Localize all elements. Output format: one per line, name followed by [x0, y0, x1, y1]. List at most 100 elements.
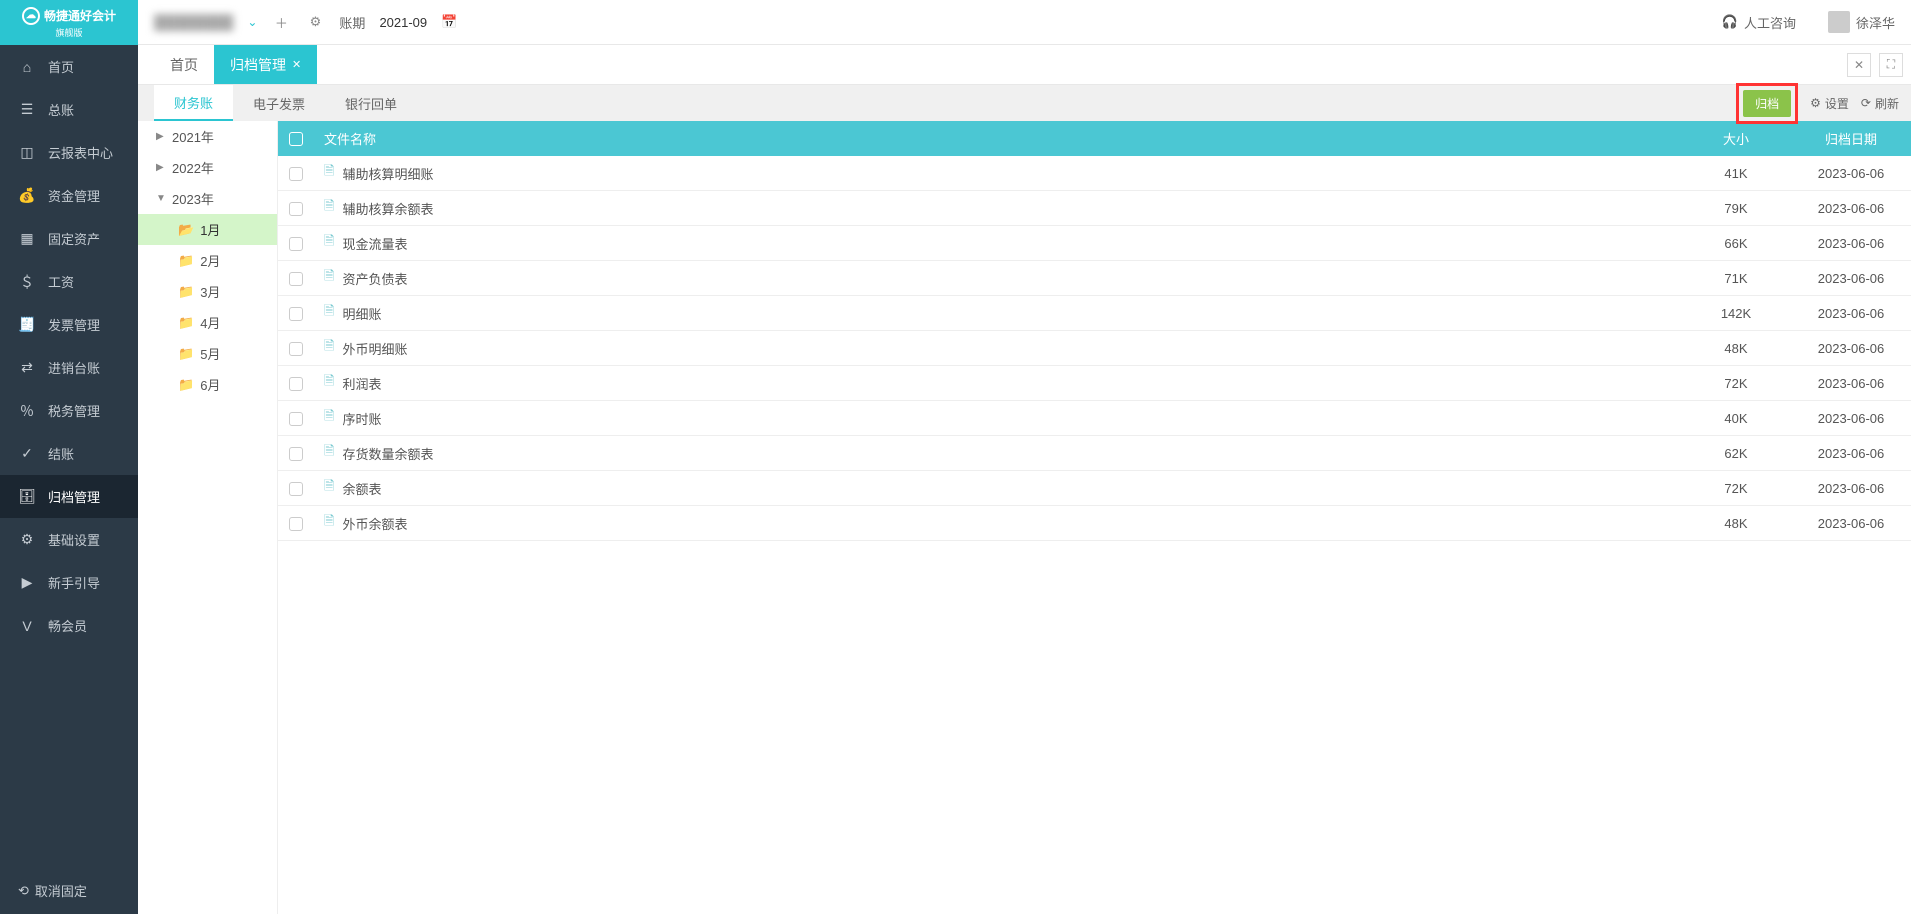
row-checkbox[interactable] — [289, 517, 303, 531]
nav-label: 首页 — [48, 57, 74, 76]
table-row[interactable]: 🗎存货数量余额表 62K 2023-06-06 — [278, 436, 1911, 471]
tree-year[interactable]: ▼2023年 — [138, 183, 277, 214]
nav-item-funds[interactable]: 💰资金管理 — [0, 174, 138, 217]
arrow-left-icon: ⟲ — [18, 883, 29, 899]
support-label: 人工咨询 — [1744, 13, 1796, 32]
arrow-right-icon: ▶ — [156, 162, 166, 173]
tree-month[interactable]: 📁4月 — [138, 307, 277, 338]
close-all-tabs-button[interactable]: ✕ — [1847, 53, 1871, 77]
tree-month[interactable]: 📁3月 — [138, 276, 277, 307]
table-row[interactable]: 🗎利润表 72K 2023-06-06 — [278, 366, 1911, 401]
row-checkbox[interactable] — [289, 412, 303, 426]
company-settings-button[interactable]: ⚙ — [305, 12, 325, 32]
table-row[interactable]: 🗎明细账 142K 2023-06-06 — [278, 296, 1911, 331]
table-row[interactable]: 🗎现金流量表 66K 2023-06-06 — [278, 226, 1911, 261]
tabs-row: 首页归档管理✕ ✕ ⛶ — [138, 45, 1911, 85]
nav-label: 固定资产 — [48, 229, 100, 248]
sub-tab[interactable]: 电子发票 — [233, 85, 325, 121]
month-label: 1月 — [200, 220, 220, 239]
nav-item-ledger[interactable]: ☰总账 — [0, 88, 138, 131]
company-selector[interactable]: ████████ — [154, 14, 233, 30]
file-name: 外币明细账 — [342, 339, 407, 358]
month-label: 5月 — [200, 344, 220, 363]
folder-icon: 📁 — [178, 315, 194, 331]
row-checkbox[interactable] — [289, 447, 303, 461]
headset-icon: 🎧 — [1722, 14, 1738, 30]
row-checkbox[interactable] — [289, 237, 303, 251]
refresh-link[interactable]: ⟳ 刷新 — [1861, 95, 1899, 112]
calendar-icon[interactable]: 📅 — [441, 14, 457, 30]
col-header-name: 文件名称 — [314, 121, 1681, 156]
folder-icon: 📂 — [178, 222, 194, 238]
nav-item-archive[interactable]: 🗄归档管理 — [0, 475, 138, 518]
tab[interactable]: 归档管理✕ — [214, 45, 317, 84]
nav-item-home[interactable]: ⌂首页 — [0, 45, 138, 88]
year-tree: ▶2021年▶2022年▼2023年📂1月📁2月📁3月📁4月📁5月📁6月 — [138, 121, 278, 914]
tree-month[interactable]: 📂 1月 — [138, 214, 277, 245]
sub-tab[interactable]: 银行回单 — [325, 85, 417, 121]
row-checkbox[interactable] — [289, 167, 303, 181]
chevron-down-icon[interactable]: ⌄ — [247, 15, 257, 29]
file-date: 2023-06-06 — [1791, 506, 1911, 541]
table-row[interactable]: 🗎辅助核算明细账 41K 2023-06-06 — [278, 156, 1911, 191]
table-row[interactable]: 🗎资产负债表 71K 2023-06-06 — [278, 261, 1911, 296]
tree-year[interactable]: ▶2022年 — [138, 152, 277, 183]
nav-item-invoice[interactable]: 🧾发票管理 — [0, 303, 138, 346]
file-size: 48K — [1681, 331, 1791, 366]
folder-icon: 📁 — [178, 346, 194, 362]
avatar-icon — [1828, 11, 1850, 33]
row-checkbox[interactable] — [289, 307, 303, 321]
file-name: 资产负债表 — [342, 269, 407, 288]
row-checkbox[interactable] — [289, 342, 303, 356]
file-icon: 🗎 — [324, 442, 334, 464]
add-company-button[interactable]: ＋ — [271, 12, 291, 32]
tree-year[interactable]: ▶2021年 — [138, 121, 277, 152]
select-all-checkbox[interactable] — [289, 132, 303, 146]
nav-item-vip[interactable]: V畅会员 — [0, 604, 138, 647]
report-icon: ◫ — [18, 144, 36, 162]
settings-link[interactable]: ⚙ 设置 — [1810, 95, 1849, 112]
row-checkbox[interactable] — [289, 202, 303, 216]
arrow-down-icon: ▼ — [156, 193, 166, 204]
unpin-button[interactable]: ⟲ 取消固定 — [0, 867, 138, 914]
nav-item-guide[interactable]: ▶新手引导 — [0, 561, 138, 604]
tree-month[interactable]: 📁2月 — [138, 245, 277, 276]
file-icon: 🗎 — [324, 512, 334, 534]
fullscreen-button[interactable]: ⛶ — [1879, 53, 1903, 77]
table-row[interactable]: 🗎辅助核算余额表 79K 2023-06-06 — [278, 191, 1911, 226]
brand-logo[interactable]: ☁ 畅捷通好会计 旗舰版 — [0, 0, 138, 45]
nav-item-tax[interactable]: ％税务管理 — [0, 389, 138, 432]
file-date: 2023-06-06 — [1791, 226, 1911, 261]
nav-item-report[interactable]: ◫云报表中心 — [0, 131, 138, 174]
year-label: 2021年 — [172, 127, 214, 146]
tree-month[interactable]: 📁 5月 — [138, 338, 277, 369]
file-size: 72K — [1681, 471, 1791, 506]
row-checkbox[interactable] — [289, 482, 303, 496]
row-checkbox[interactable] — [289, 377, 303, 391]
tab-label: 首页 — [170, 55, 198, 75]
nav-label: 发票管理 — [48, 315, 100, 334]
period-value[interactable]: 2021-09 — [379, 15, 427, 30]
file-date: 2023-06-06 — [1791, 366, 1911, 401]
close-icon[interactable]: ✕ — [292, 58, 301, 71]
refresh-label: 刷新 — [1875, 95, 1899, 112]
nav-item-close[interactable]: ✓结账 — [0, 432, 138, 475]
file-date: 2023-06-06 — [1791, 191, 1911, 226]
nav-item-settings[interactable]: ⚙基础设置 — [0, 518, 138, 561]
table-row[interactable]: 🗎外币余额表 48K 2023-06-06 — [278, 506, 1911, 541]
nav-item-salary[interactable]: ＄工资 — [0, 260, 138, 303]
tab[interactable]: 首页 — [154, 45, 214, 84]
highlight-annotation: 归档 — [1736, 83, 1798, 124]
sub-tab[interactable]: 财务账 — [154, 85, 233, 121]
nav-label: 税务管理 — [48, 401, 100, 420]
table-row[interactable]: 🗎余额表 72K 2023-06-06 — [278, 471, 1911, 506]
tree-month[interactable]: 📁6月 — [138, 369, 277, 400]
row-checkbox[interactable] — [289, 272, 303, 286]
nav-item-assets[interactable]: ▦固定资产 — [0, 217, 138, 260]
table-row[interactable]: 🗎序时账 40K 2023-06-06 — [278, 401, 1911, 436]
archive-button[interactable]: 归档 — [1743, 90, 1791, 117]
table-row[interactable]: 🗎外币明细账 48K 2023-06-06 — [278, 331, 1911, 366]
user-menu[interactable]: 徐泽华 — [1828, 11, 1895, 33]
support-button[interactable]: 🎧 人工咨询 — [1722, 13, 1796, 32]
nav-item-stock[interactable]: ⇄进销台账 — [0, 346, 138, 389]
